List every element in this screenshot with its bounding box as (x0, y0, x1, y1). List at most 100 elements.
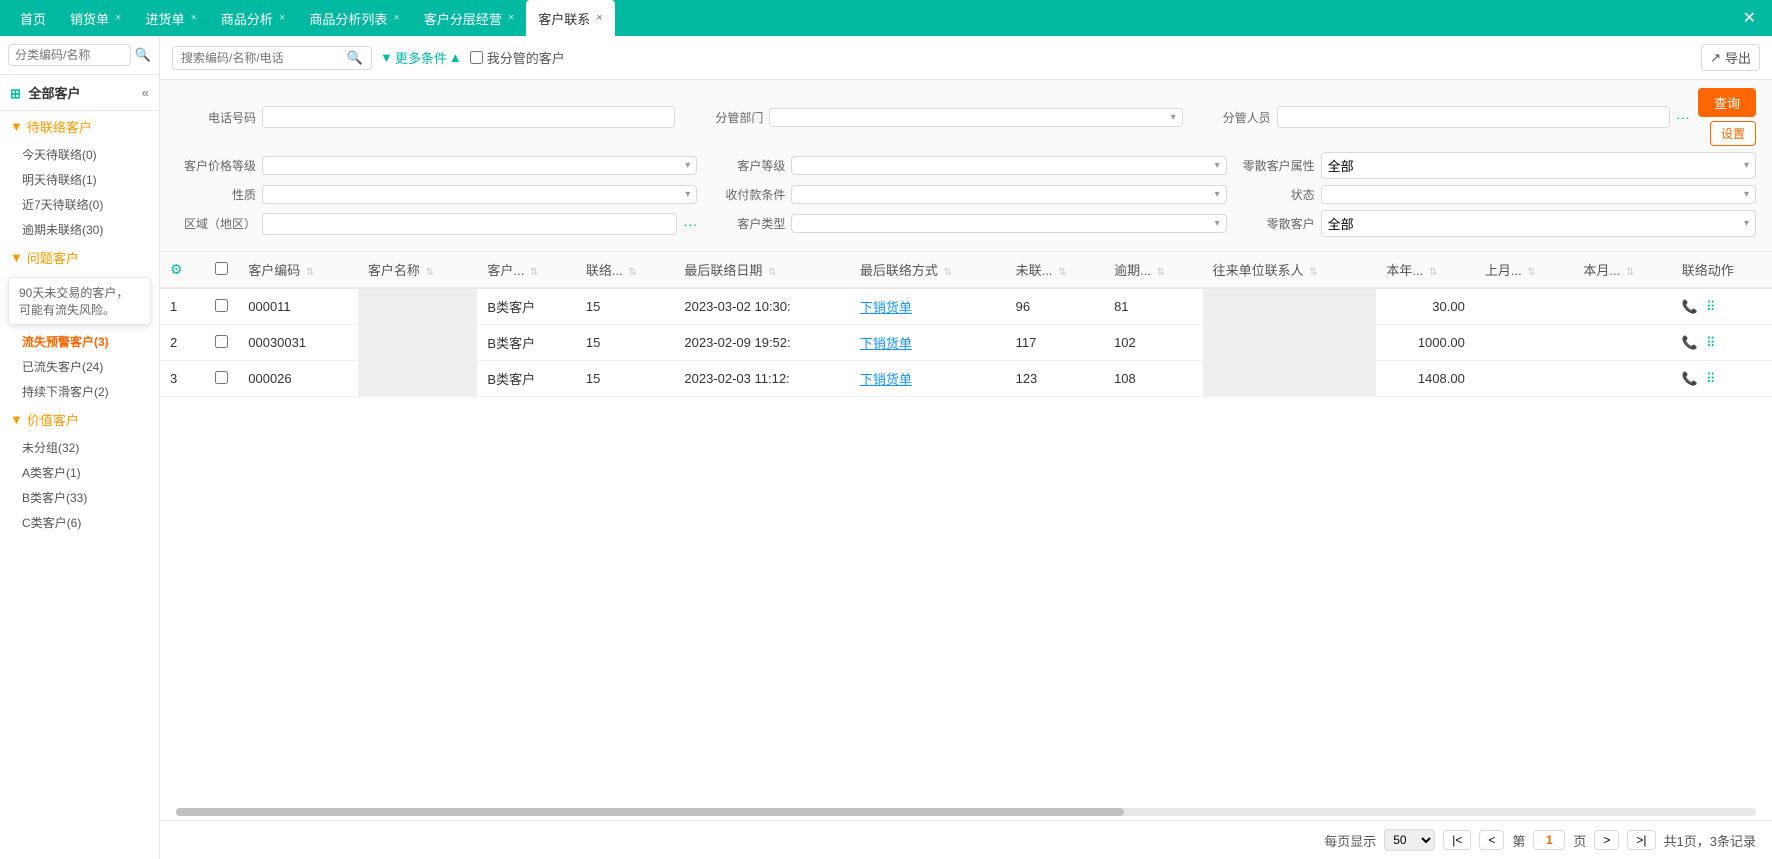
sidebar-item-churn-warning[interactable]: 流失预警客户(3) (0, 329, 159, 354)
phone-action-icon[interactable]: 📞 (1682, 335, 1698, 351)
tab-sales-order[interactable]: 销货单 × (58, 0, 133, 36)
status-select[interactable]: ▾ (1321, 185, 1756, 204)
scrollbar-thumb[interactable] (176, 808, 1124, 816)
row-checkbox[interactable] (215, 335, 228, 348)
sidebar-item-churned[interactable]: 已流失客户(24) (0, 354, 159, 379)
col-this-month: 本月... ⇅ (1573, 252, 1671, 288)
sort-icon[interactable]: ⇅ (1058, 267, 1066, 278)
filter-price-level: 客户价格等级 ▾ (176, 156, 697, 175)
sort-icon[interactable]: ⇅ (628, 267, 636, 278)
phone-action-icon[interactable]: 📞 (1682, 371, 1698, 387)
main-layout: 🔍 ⊞ 全部客户 « ▼ 待联络客户 今天待联络(0) 明天待联络(1) 近7天… (0, 36, 1772, 859)
cell-name (358, 325, 478, 361)
sidebar-all-customers[interactable]: ⊞ 全部客户 « (0, 75, 159, 111)
cell-last-contact-way[interactable]: 下销货单 (850, 288, 1006, 325)
phone-input[interactable] (262, 106, 675, 128)
sort-icon[interactable]: ⇅ (1309, 267, 1317, 278)
person-input[interactable] (1277, 106, 1670, 128)
price-level-select[interactable]: ▾ (262, 156, 697, 175)
sort-icon[interactable]: ⇅ (1157, 267, 1165, 278)
per-page-select[interactable]: 50 100 200 (1384, 829, 1435, 851)
query-button[interactable]: 查询 (1698, 88, 1756, 117)
more-options-icon[interactable]: ··· (683, 216, 697, 232)
cell-code: 000011 (238, 288, 358, 325)
payment-select[interactable]: ▾ (791, 185, 1226, 204)
close-icon[interactable]: × (393, 12, 399, 24)
sort-icon[interactable]: ⇅ (1527, 267, 1535, 278)
zero-customer-select[interactable]: 全部 ▾ (1321, 210, 1756, 237)
search-icon[interactable]: 🔍 (347, 50, 363, 66)
settings-button[interactable]: 设置 (1710, 121, 1756, 146)
table-settings-icon[interactable]: ⚙ (170, 261, 183, 277)
prev-page-button[interactable]: < (1479, 830, 1504, 850)
dept-select[interactable]: ▾ (769, 108, 1182, 127)
sidebar-item-today[interactable]: 今天待联络(0) (0, 142, 159, 167)
sidebar-item-class-a[interactable]: A类客户(1) (0, 460, 159, 485)
sidebar-item-declining[interactable]: 持续下滑客户(2) (0, 379, 159, 404)
pagination: 每页显示 50 100 200 |< < 第 页 > >| 共1页，3条记录 (160, 820, 1772, 859)
sort-icon[interactable]: ⇅ (768, 267, 776, 278)
zero-attr-select[interactable]: 全部 ▾ (1321, 152, 1756, 179)
sidebar-item-7days[interactable]: 近7天待联络(0) (0, 192, 159, 217)
close-icon[interactable]: × (115, 12, 121, 24)
tab-product-analysis-list[interactable]: 商品分析列表 × (297, 0, 411, 36)
col-type: 客户... ⇅ (477, 252, 575, 288)
next-page-button[interactable]: > (1594, 830, 1619, 850)
sort-icon[interactable]: ⇅ (306, 267, 314, 278)
filter-search-box[interactable]: 🔍 (172, 46, 372, 70)
gender-select[interactable]: ▾ (262, 185, 697, 204)
sidebar-search-input[interactable] (8, 44, 131, 66)
more-options-icon[interactable]: ··· (1676, 109, 1690, 125)
close-icon[interactable]: × (596, 12, 602, 24)
phone-action-icon[interactable]: 📞 (1682, 299, 1698, 315)
sort-icon[interactable]: ⇅ (530, 267, 538, 278)
filter-more-button[interactable]: ▼ 更多条件 ▲ (380, 48, 462, 67)
tab-customer-tier[interactable]: 客户分层经营 × (412, 0, 526, 36)
sidebar-item-ungrouped[interactable]: 未分组(32) (0, 435, 159, 460)
search-icon[interactable]: 🔍 (135, 47, 151, 63)
sidebar-section-value[interactable]: ▼ 价值客户 (0, 404, 159, 435)
tab-purchase-order[interactable]: 进货单 × (133, 0, 208, 36)
my-customers-checkbox[interactable]: 我分管的客户 (470, 48, 565, 67)
my-customers-check[interactable] (470, 51, 483, 64)
customer-type-select[interactable]: ▾ (791, 214, 1226, 233)
sidebar-item-class-b[interactable]: B类客户(33) (0, 485, 159, 510)
sort-icon[interactable]: ⇅ (1626, 267, 1634, 278)
sort-icon[interactable]: ⇅ (425, 267, 433, 278)
page-number-input[interactable] (1533, 830, 1565, 850)
sidebar-item-overdue[interactable]: 逾期未联络(30) (0, 217, 159, 242)
sidebar-section-pending[interactable]: ▼ 待联络客户 (0, 111, 159, 142)
tab-product-analysis[interactable]: 商品分析 × (209, 0, 297, 36)
close-icon[interactable]: × (190, 12, 196, 24)
col-this-year: 本年... ⇅ (1376, 252, 1474, 288)
more-action-icon[interactable]: ⠿ (1706, 371, 1716, 387)
more-action-icon[interactable]: ⠿ (1706, 299, 1716, 315)
sidebar-item-class-c[interactable]: C类客户(6) (0, 510, 159, 535)
select-all-checkbox[interactable] (215, 262, 228, 275)
sidebar-section-problem[interactable]: ▼ 问题客户 (0, 242, 159, 273)
collapse-icon[interactable]: « (142, 85, 149, 100)
window-close-button[interactable]: ✕ (1735, 8, 1764, 28)
filter-search-input[interactable] (181, 51, 347, 65)
close-icon[interactable]: × (279, 12, 285, 24)
cell-last-contact-way[interactable]: 下销货单 (850, 325, 1006, 361)
sort-icon[interactable]: ⇅ (944, 267, 952, 278)
cell-last-contact-way[interactable]: 下销货单 (850, 361, 1006, 397)
cell-no-contact: 117 (1006, 325, 1104, 361)
area-input[interactable] (262, 213, 677, 235)
customer-level-select[interactable]: ▾ (791, 156, 1226, 175)
export-button[interactable]: ↗ 导出 (1701, 44, 1760, 71)
tab-customer-contact[interactable]: 客户联系 × (526, 0, 614, 36)
sort-icon[interactable]: ⇅ (1429, 267, 1437, 278)
horizontal-scrollbar[interactable] (176, 808, 1756, 816)
more-action-icon[interactable]: ⠿ (1706, 335, 1716, 351)
row-checkbox[interactable] (215, 371, 228, 384)
row-checkbox[interactable] (215, 299, 228, 312)
sidebar-item-tomorrow[interactable]: 明天待联络(1) (0, 167, 159, 192)
last-page-button[interactable]: >| (1627, 830, 1655, 850)
col-no-contact: 未联... ⇅ (1006, 252, 1104, 288)
close-icon[interactable]: × (508, 12, 514, 24)
tab-home[interactable]: 首页 (8, 0, 58, 36)
cell-this-month (1573, 325, 1671, 361)
first-page-button[interactable]: |< (1443, 830, 1471, 850)
